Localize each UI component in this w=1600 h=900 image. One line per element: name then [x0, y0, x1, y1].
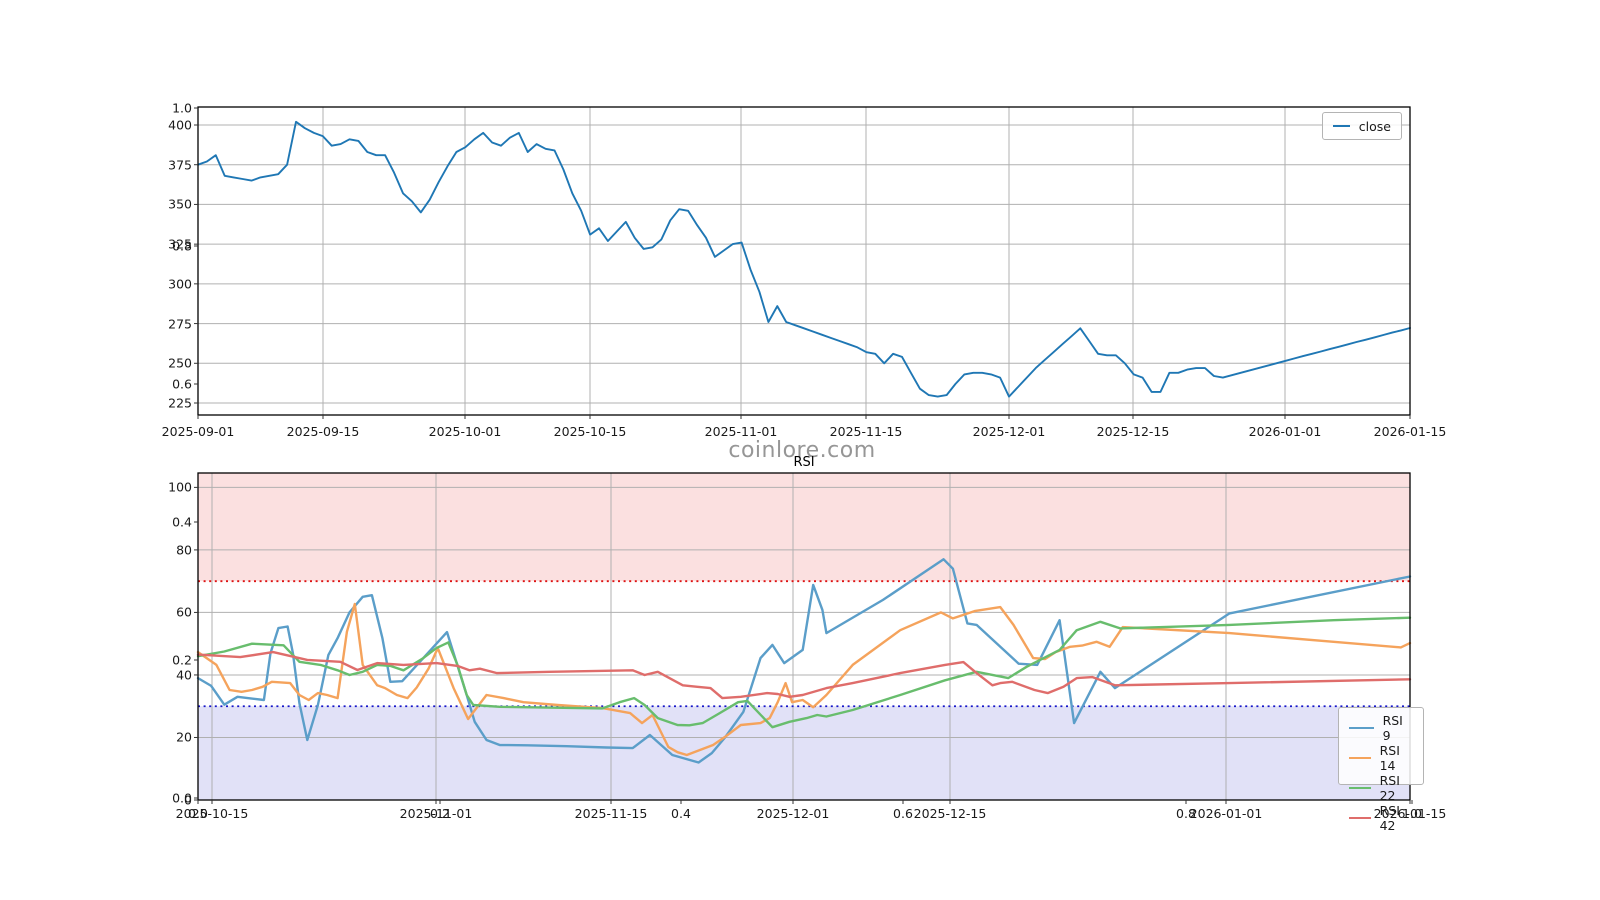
legend-rsi-9-label: RSI 9: [1382, 713, 1403, 743]
ghost-y-tick-label: 0.4: [172, 514, 192, 530]
chart-figure: 2025-09-01 2025-09-15 2025-10-01 2025-10-15…: [0, 0, 1600, 900]
price-x-tick-label: 2025-12-15: [1096, 424, 1170, 439]
rsi-x-tick-label: 2025-11-15: [574, 806, 648, 821]
rsi-oversold-band: [198, 706, 1410, 800]
legend-rsi-42-swatch: [1349, 817, 1371, 819]
rsi-y-tick-label: 60: [176, 604, 192, 620]
ghost-y-tick-label: 1.0: [172, 100, 192, 116]
ghost-x-tick-label: 0.4: [671, 806, 691, 821]
rsi-x-tick-label: 2025-10-15: [175, 806, 249, 821]
rsi-x-tick-label: 2025-12-01: [756, 806, 830, 821]
rsi-y-tick-label: 80: [176, 542, 192, 558]
price-y-tick-label: 250: [168, 355, 192, 371]
price-x-tick-label: 2025-12-01: [972, 424, 1046, 439]
legend-rsi-22-label: RSI 22: [1379, 773, 1400, 803]
rsi-legend: RSI 9 RSI 14 RSI 22 RSI 42: [1338, 707, 1424, 833]
price-x-tick-label: 2025-11-01: [704, 424, 778, 439]
price-x-tick-label: 2026-01-15: [1373, 424, 1447, 439]
legend-rsi-42: RSI 42: [1349, 803, 1413, 833]
price-x-tick-label: 2025-10-15: [553, 424, 627, 439]
price-y-tick-label: 375: [168, 157, 192, 173]
rsi-y-tick-label: 100: [168, 479, 192, 495]
legend-close-swatch: [1333, 125, 1350, 127]
price-y-tick-label: 225: [168, 395, 192, 411]
price-y-tick-label: 275: [168, 316, 192, 332]
price-x-tick-label: 2025-09-01: [161, 424, 235, 439]
price-panel-border: [197, 106, 1411, 416]
price-y-tick-label: 300: [168, 276, 192, 292]
rsi-y-tick-label: 40: [176, 667, 192, 683]
price-x-tick-label: 2025-09-15: [286, 424, 360, 439]
rsi-x-tick-label: 2026-01-01: [1189, 806, 1263, 821]
ghost-y-tick-label: 0.8: [172, 238, 192, 254]
ghost-y-tick-label: 0.2: [172, 652, 192, 668]
ghost-x-tick-label: 0.6: [893, 806, 913, 821]
price-y-tick-label: 350: [168, 196, 192, 212]
rsi-panel-title: RSI: [793, 455, 815, 470]
ghost-y-tick-label: 0.6: [172, 376, 192, 392]
price-y-tick-label: 400: [168, 117, 192, 133]
ghost-x-tick-label: 0.8: [1176, 806, 1196, 821]
legend-rsi-14: RSI 14: [1349, 743, 1413, 773]
price-x-tick-label: 2025-10-01: [428, 424, 502, 439]
price-legend: close: [1322, 112, 1402, 140]
rsi-y-tick-label: 20: [176, 729, 192, 745]
close-line: [197, 120, 1411, 398]
legend-rsi-22: RSI 22: [1349, 773, 1413, 803]
legend-rsi-22-swatch: [1349, 787, 1371, 789]
rsi-overbought-band: [198, 473, 1410, 582]
ghost-x-tick-label: 0.2: [430, 806, 450, 821]
legend-rsi-9-swatch: [1349, 727, 1374, 729]
ghost-y-tick-label: 0.0: [172, 790, 192, 806]
legend-close-label: close: [1358, 118, 1391, 134]
ghost-x-tick-label: 0.0: [188, 806, 208, 821]
price-x-tick-label: 2026-01-01: [1248, 424, 1322, 439]
price-x-tick-label: 2025-11-15: [829, 424, 903, 439]
legend-rsi-14-label: RSI 14: [1379, 743, 1400, 773]
legend-close: close: [1333, 119, 1391, 134]
rsi-x-tick-label: 2025-12-15: [913, 806, 987, 821]
legend-rsi-14-swatch: [1349, 757, 1371, 759]
legend-rsi-42-label: RSI 42: [1379, 803, 1400, 833]
legend-rsi-9: RSI 9: [1349, 713, 1413, 743]
